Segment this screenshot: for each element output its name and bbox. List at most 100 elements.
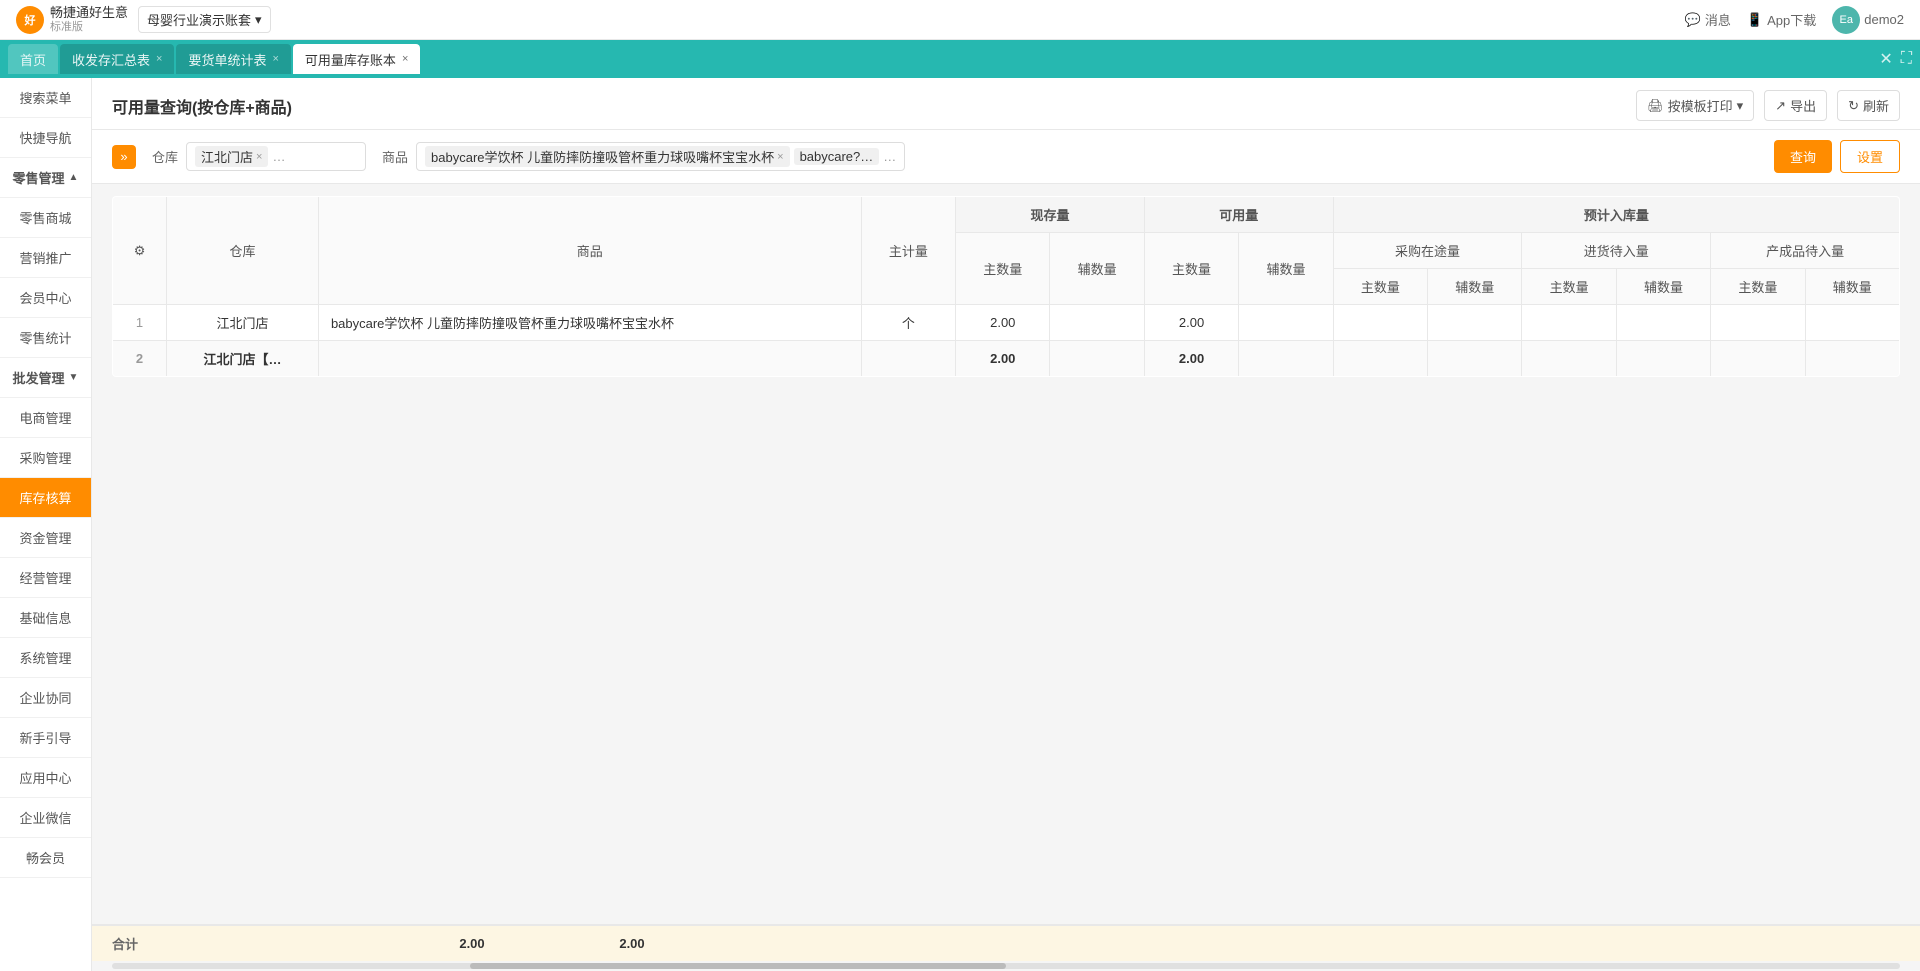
warehouse-more-dots[interactable]: … bbox=[272, 149, 285, 164]
industry-selector[interactable]: 母婴行业演示账套 ▾ bbox=[138, 6, 271, 33]
refresh-icon: ↻ bbox=[1848, 98, 1859, 114]
sidebar-item-ecom-mgmt[interactable]: 电商管理 bbox=[0, 398, 91, 438]
logo-main-text: 畅捷通好生意 bbox=[50, 5, 128, 21]
settings-button[interactable]: 设置 bbox=[1840, 140, 1900, 173]
tab-available-stock-close[interactable]: × bbox=[402, 53, 408, 65]
row-2-stock-aux bbox=[1050, 341, 1144, 377]
product-more-dots[interactable]: … bbox=[883, 149, 896, 164]
product-filter-label: 商品 bbox=[382, 147, 408, 166]
row-1-purchase-main bbox=[1333, 305, 1427, 341]
message-action[interactable]: 💬 消息 bbox=[1685, 10, 1731, 29]
table-area: ⚙ 仓库 商品 主计量 现存量 可用量 预计入库量 主数量 辅数量 主数量 辅数… bbox=[92, 184, 1920, 924]
warehouse-tag-value: 江北门店 bbox=[201, 147, 253, 166]
tab-available-stock[interactable]: 可用量库存账本 × bbox=[293, 44, 420, 74]
row-1-stock-aux bbox=[1050, 305, 1144, 341]
scrollbar-track bbox=[112, 963, 1900, 969]
row-2-num: 2 bbox=[113, 341, 167, 377]
sidebar-item-basic-info[interactable]: 基础信息 bbox=[0, 598, 91, 638]
download-action[interactable]: 📱 App下载 bbox=[1747, 10, 1816, 29]
footer-values: 2.00 2.00 bbox=[232, 936, 1900, 951]
row-1-inbound-main bbox=[1522, 305, 1616, 341]
sidebar-ecom-mgmt-label: 电商管理 bbox=[19, 411, 71, 426]
warehouse-tag-close[interactable]: × bbox=[256, 151, 262, 163]
row-2-unit bbox=[861, 341, 955, 377]
scrollbar-thumb[interactable] bbox=[470, 963, 1006, 969]
sidebar-item-chang-member[interactable]: 畅会员 bbox=[0, 838, 91, 878]
print-icon: 🖨 bbox=[1647, 98, 1664, 114]
sidebar-item-marketing[interactable]: 营销推广 bbox=[0, 238, 91, 278]
refresh-button[interactable]: ↻ 刷新 bbox=[1837, 90, 1900, 121]
tab-home-label: 首页 bbox=[20, 50, 46, 69]
export-button[interactable]: ↗ 导出 bbox=[1764, 90, 1827, 121]
table-header-production-aux: 辅数量 bbox=[1805, 269, 1899, 305]
tab-home[interactable]: 首页 bbox=[8, 44, 58, 74]
tab-receivable[interactable]: 收发存汇总表 × bbox=[60, 44, 174, 74]
sidebar-item-enterprise-wechat[interactable]: 企业微信 bbox=[0, 798, 91, 838]
export-label: 导出 bbox=[1790, 96, 1816, 115]
sidebar-chang-member-label: 畅会员 bbox=[26, 851, 65, 866]
page-title: 可用量查询(按仓库+商品) bbox=[112, 94, 292, 118]
row-2-purchase-main bbox=[1333, 341, 1427, 377]
message-icon: 💬 bbox=[1685, 12, 1701, 28]
query-button[interactable]: 查询 bbox=[1774, 140, 1832, 173]
table-header-available-group: 可用量 bbox=[1144, 197, 1333, 233]
warehouse-filter-input[interactable]: 江北门店 × … bbox=[186, 142, 366, 171]
row-2-stock-main: 2.00 bbox=[956, 341, 1050, 377]
table-header-avail-main: 主数量 bbox=[1144, 233, 1238, 305]
message-label: 消息 bbox=[1705, 10, 1731, 29]
sidebar-item-enterprise-collab[interactable]: 企业协同 bbox=[0, 678, 91, 718]
sidebar-inventory-label: 库存核算 bbox=[19, 491, 71, 506]
sidebar-item-search[interactable]: 搜索菜单 bbox=[0, 78, 91, 118]
sidebar-item-quick-nav[interactable]: 快捷导航 bbox=[0, 118, 91, 158]
sidebar-purchase-mgmt-label: 采购管理 bbox=[19, 451, 71, 466]
footer-stock-aux bbox=[512, 936, 592, 951]
warehouse-filter-label: 仓库 bbox=[152, 147, 178, 166]
row-1-avail-main: 2.00 bbox=[1144, 305, 1238, 341]
sidebar-item-inventory[interactable]: 库存核算 bbox=[0, 478, 91, 518]
top-bar-right: 💬 消息 📱 App下载 Ea demo2 bbox=[1685, 6, 1904, 34]
logo-sub-text: 标准版 bbox=[50, 21, 128, 34]
sidebar-system-mgmt-label: 系统管理 bbox=[19, 651, 71, 666]
content-area: 可用量查询(按仓库+商品) 🖨 按模板打印 ▾ ↗ 导出 ↻ 刷新 bbox=[92, 78, 1920, 971]
sidebar-enterprise-collab-label: 企业协同 bbox=[19, 691, 71, 706]
table-header-purchase-aux: 辅数量 bbox=[1428, 269, 1522, 305]
sidebar-item-finance-mgmt[interactable]: 资金管理 bbox=[0, 518, 91, 558]
footer-label: 合计 bbox=[112, 934, 232, 953]
table-header-gear[interactable]: ⚙ bbox=[113, 197, 167, 305]
sidebar-new-guide-label: 新手引导 bbox=[19, 731, 71, 746]
fullscreen-button[interactable]: ⛶ bbox=[1901, 50, 1912, 68]
page-header: 可用量查询(按仓库+商品) 🖨 按模板打印 ▾ ↗ 导出 ↻ 刷新 bbox=[92, 78, 1920, 130]
sidebar-item-purchase-mgmt[interactable]: 采购管理 bbox=[0, 438, 91, 478]
sidebar-item-member[interactable]: 会员中心 bbox=[0, 278, 91, 318]
sidebar-item-retail-stat[interactable]: 零售统计 bbox=[0, 318, 91, 358]
sidebar-item-retail-mgmt[interactable]: 零售管理 ▲ bbox=[0, 158, 91, 198]
filter-bar: » 仓库 江北门店 × … 商品 babycare学饮杯 儿童防摔防撞吸管杯重力… bbox=[92, 130, 1920, 184]
horizontal-scrollbar[interactable] bbox=[92, 961, 1920, 971]
close-all-tabs-button[interactable]: ✕ bbox=[1879, 49, 1892, 69]
sidebar-item-app-center[interactable]: 应用中心 bbox=[0, 758, 91, 798]
sidebar-item-new-guide[interactable]: 新手引导 bbox=[0, 718, 91, 758]
product-tag-1-close[interactable]: × bbox=[777, 151, 783, 163]
filter-expand-button[interactable]: » bbox=[112, 145, 136, 169]
chevron-up-icon: ▲ bbox=[69, 172, 79, 183]
sidebar-item-operations[interactable]: 经营管理 bbox=[0, 558, 91, 598]
sidebar-item-system-mgmt[interactable]: 系统管理 bbox=[0, 638, 91, 678]
table-row: 2 江北门店【… 2.00 2.00 bbox=[113, 341, 1900, 377]
row-1-production-main bbox=[1711, 305, 1805, 341]
print-button[interactable]: 🖨 按模板打印 ▾ bbox=[1636, 90, 1754, 121]
table-header-stock-main: 主数量 bbox=[956, 233, 1050, 305]
tab-bar-right: ✕ ⛶ bbox=[1879, 49, 1912, 69]
product-filter-input[interactable]: babycare学饮杯 儿童防摔防撞吸管杯重力球吸嘴杯宝宝水杯 × babyca… bbox=[416, 142, 905, 171]
row-2-warehouse: 江北门店【… bbox=[167, 341, 319, 377]
row-2-avail-aux bbox=[1239, 341, 1333, 377]
sidebar-item-batch-mgmt[interactable]: 批发管理 ▼ bbox=[0, 358, 91, 398]
tab-order-stat-close[interactable]: × bbox=[272, 53, 278, 65]
sidebar-item-retail-mall[interactable]: 零售商城 bbox=[0, 198, 91, 238]
product-tag-1: babycare学饮杯 儿童防摔防撞吸管杯重力球吸嘴杯宝宝水杯 × bbox=[425, 146, 790, 167]
tab-receivable-close[interactable]: × bbox=[156, 53, 162, 65]
sidebar-search-label: 搜索菜单 bbox=[19, 91, 71, 106]
tab-order-stat-label: 要货单统计表 bbox=[188, 50, 266, 69]
user-action[interactable]: Ea demo2 bbox=[1832, 6, 1904, 34]
tab-order-stat[interactable]: 要货单统计表 × bbox=[176, 44, 290, 74]
warehouse-tag: 江北门店 × bbox=[195, 146, 268, 167]
